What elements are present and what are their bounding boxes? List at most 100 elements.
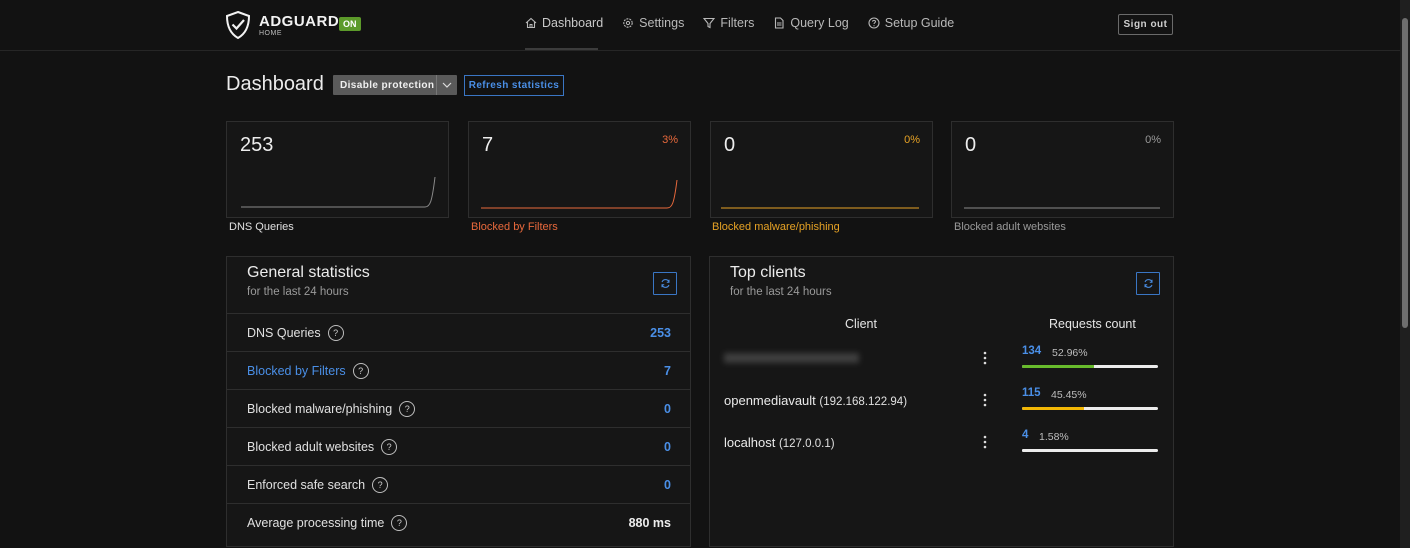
help-icon[interactable]: ? — [391, 515, 408, 531]
stat-row-value[interactable]: 0 — [664, 402, 671, 416]
stat-row-label: DNS Queries — [247, 326, 321, 340]
more-vertical-icon[interactable] — [980, 350, 990, 366]
top-clients-refresh-button[interactable] — [1136, 272, 1160, 295]
sparkline-chart — [241, 176, 436, 208]
stat-percent: 3% — [662, 134, 678, 146]
stat-value: 0 — [724, 134, 736, 156]
request-percent: 52.96% — [1052, 347, 1088, 359]
stat-row-label: Average processing time — [247, 516, 385, 530]
stat-card-blocked-filters: 7 3% — [468, 121, 691, 218]
refresh-statistics-button[interactable]: Refresh statistics — [464, 75, 564, 96]
nav-settings-label: Settings — [639, 16, 685, 30]
client-row: 134 52.96% — [710, 344, 1173, 374]
request-percent: 1.58% — [1039, 431, 1069, 443]
client-row: localhost (127.0.0.1) 4 1.58% — [710, 428, 1173, 458]
gear-icon — [623, 18, 633, 28]
client-name-cell[interactable]: localhost (127.0.0.1) — [724, 435, 835, 450]
client-name-blurred — [724, 351, 859, 366]
stat-value: 253 — [240, 134, 274, 156]
help-icon[interactable]: ? — [372, 477, 389, 493]
stat-value: 7 — [482, 134, 494, 156]
page-title: Dashboard — [226, 73, 324, 95]
more-vertical-icon[interactable] — [980, 392, 990, 408]
sparkline-chart — [964, 207, 1160, 209]
more-vertical-icon[interactable] — [980, 434, 990, 450]
help-icon[interactable]: ? — [327, 325, 344, 341]
stat-row-blocked-malware: Blocked malware/phishing ? 0 — [227, 389, 690, 428]
request-progress-bar — [1022, 407, 1158, 410]
panel-title: General statistics — [247, 264, 370, 281]
stat-row-label: Blocked adult websites — [247, 440, 375, 454]
stat-row-avg-processing-time: Average processing time ? 880 ms — [227, 503, 690, 542]
request-count: 134 — [1022, 345, 1042, 357]
stat-row-blocked-filters: Blocked by Filters ? 7 — [227, 351, 690, 390]
sparkline-chart — [721, 207, 919, 209]
client-ip: (127.0.0.1) — [778, 438, 835, 450]
logo-name: ADGUARD — [259, 12, 340, 30]
nav-setup-guide[interactable]: Setup Guide — [868, 16, 955, 30]
nav-dashboard-label: Dashboard — [542, 16, 604, 30]
top-clients-panel: Top clients for the last 24 hours Client… — [709, 256, 1174, 547]
progress-fill — [1022, 365, 1095, 368]
client-name: localhost — [724, 435, 776, 450]
chevron-down-icon[interactable] — [436, 75, 457, 95]
active-nav-indicator — [525, 48, 598, 50]
request-count: 4 — [1022, 429, 1029, 441]
nav-dashboard[interactable]: Dashboard — [525, 16, 603, 30]
progress-fill — [1022, 407, 1084, 410]
stat-row-blocked-adult: Blocked adult websites ? 0 — [227, 427, 690, 466]
page-scrollbar[interactable] — [1400, 0, 1410, 548]
disable-protection-button[interactable]: Disable protection — [333, 75, 457, 95]
request-percent: 45.45% — [1051, 389, 1087, 401]
disable-protection-label: Disable protection — [340, 79, 435, 91]
panel-title: Top clients — [730, 264, 806, 281]
nav-query-log[interactable]: Query Log — [773, 16, 849, 30]
nav-query-log-label: Query Log — [790, 16, 849, 30]
stat-row-label[interactable]: Blocked by Filters — [247, 364, 346, 378]
protection-status-badge: ON — [339, 17, 361, 31]
stat-row-label: Blocked malware/phishing — [247, 402, 393, 416]
adguard-logo[interactable]: ADGUARD HOME — [225, 11, 339, 39]
stat-row-value[interactable]: 0 — [664, 478, 671, 492]
stat-card-blocked-adult: 0 0% — [951, 121, 1174, 218]
help-icon[interactable]: ? — [352, 363, 369, 379]
stat-row-value[interactable]: 7 — [664, 364, 671, 378]
nav-filters[interactable]: Filters — [703, 16, 754, 30]
stat-row-value[interactable]: 253 — [650, 326, 671, 340]
panel-subtitle: for the last 24 hours — [247, 286, 349, 298]
nav-filters-label: Filters — [720, 16, 755, 30]
scrollbar-thumb[interactable] — [1402, 18, 1408, 328]
refresh-icon — [661, 279, 669, 288]
help-icon[interactable]: ? — [399, 401, 416, 417]
column-header-requests[interactable]: Requests count — [1049, 317, 1136, 331]
filter-icon — [703, 17, 716, 29]
nav-settings[interactable]: Settings — [622, 16, 684, 30]
column-header-client[interactable]: Client — [845, 317, 877, 331]
help-circle-icon — [868, 17, 880, 29]
stat-card-dns-queries: 253 — [226, 121, 449, 218]
refresh-icon — [1144, 279, 1152, 288]
stat-label-dns-queries: DNS Queries — [229, 221, 294, 233]
stat-card-blocked-malware: 0 0% — [710, 121, 933, 218]
main-nav: Dashboard Settings Filters Query Log Set… — [525, 16, 973, 30]
stat-label-blocked-malware: Blocked malware/phishing — [712, 221, 840, 233]
stat-label-blocked-filters: Blocked by Filters — [471, 221, 558, 233]
request-progress-bar — [1022, 365, 1158, 368]
panel-subtitle: for the last 24 hours — [730, 286, 832, 298]
client-name: openmediavault — [724, 393, 816, 408]
help-icon[interactable]: ? — [381, 439, 398, 455]
stat-percent: 0% — [1145, 134, 1161, 146]
general-statistics-panel: General statistics for the last 24 hours… — [226, 256, 691, 547]
stat-row-value[interactable]: 0 — [664, 440, 671, 454]
stat-row-safe-search: Enforced safe search ? 0 — [227, 465, 690, 504]
logo-subtitle: HOME — [259, 29, 282, 37]
nav-setup-guide-label: Setup Guide — [884, 16, 955, 30]
client-name-cell[interactable]: openmediavault (192.168.122.94) — [724, 393, 907, 408]
client-row: openmediavault (192.168.122.94) 115 45.4… — [710, 386, 1173, 416]
sign-out-button[interactable]: Sign out — [1118, 14, 1173, 35]
home-icon — [525, 17, 537, 29]
sparkline-chart — [481, 179, 678, 209]
progress-fill — [1022, 449, 1025, 452]
general-stats-refresh-button[interactable] — [653, 272, 677, 295]
stat-row-dns-queries: DNS Queries ? 253 — [227, 313, 690, 352]
